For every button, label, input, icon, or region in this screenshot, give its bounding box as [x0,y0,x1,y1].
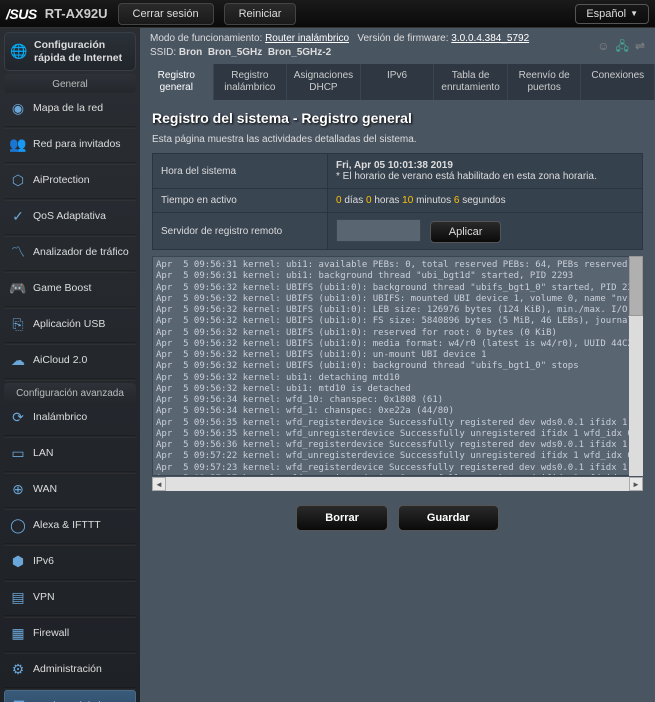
advanced-header: Configuración avanzada [4,383,136,402]
general-header: General [4,74,136,93]
menu-icon: 👥 [9,135,27,153]
save-button[interactable]: Guardar [398,505,499,531]
systime-value: Fri, Apr 05 10:01:38 2019 [336,160,453,171]
main-panel: Modo de funcionamiento: Router inalámbri… [140,28,655,702]
menu-icon: ⬡ [9,171,27,189]
sidebar-item-wan[interactable]: ⊕ WAN [4,474,136,504]
sidebar-item-label: QoS Adaptativa [33,210,106,223]
menu-icon: ▤ [9,588,27,606]
tab-conexiones[interactable]: Conexiones [581,64,655,100]
status-icons: ☺ 🖧 ⇌ [597,32,645,60]
info-table: Hora del sistema Fri, Apr 05 10:01:38 20… [152,153,643,250]
sidebar-item-vpn[interactable]: ▤ VPN [4,582,136,612]
sidebar-item-mapa-de-la-red[interactable]: ◉ Mapa de la red [4,93,136,123]
mode-link[interactable]: Router inalámbrico [265,33,349,44]
top-bar: /SUS RT-AX92U Cerrar sesión Reiniciar Es… [0,0,655,28]
page-desc: Esta página muestra las actividades deta… [152,134,643,145]
dst-note: * El horario de verano está habilitado e… [336,171,597,182]
apply-button[interactable]: Aplicar [430,221,502,243]
log-textarea[interactable]: Apr 5 09:56:31 kernel: ubi1: available P… [152,256,643,476]
sidebar-item-alexa-ifttt[interactable]: ◯ Alexa & IFTTT [4,510,136,540]
sidebar-item-aplicaci-n-usb[interactable]: ⎘ Aplicación USB [4,309,136,339]
sidebar-item-label: LAN [33,447,53,460]
menu-icon: ⬢ [9,552,27,570]
quick-setup-button[interactable]: 🌐 Configuración rápida de Internet [4,32,136,71]
tab-ipv6[interactable]: IPv6 [361,64,435,100]
menu-icon: 🎮 [9,279,27,297]
menu-icon: 〽 [9,243,27,261]
scroll-left-icon[interactable]: ◄ [152,477,166,491]
sidebar-item-label: WAN [33,483,57,496]
sidebar-item-label: Firewall [33,627,69,640]
menu-icon: ⚙ [9,660,27,678]
menu-icon: ⊕ [9,480,27,498]
remote-label: Servidor de registro remoto [153,213,328,250]
sidebar-item-analizador-de-tr-fico[interactable]: 〽 Analizador de tráfico [4,237,136,267]
uptime-label: Tiempo en activo [153,189,328,213]
sidebar-item-label: IPv6 [33,555,54,568]
brand-logo: /SUS [6,6,37,22]
fw-link[interactable]: 3.0.0.4.384_5792 [451,33,529,44]
menu-icon: ⎘ [9,315,27,333]
sidebar-item-label: Administración [33,663,102,676]
sidebar-item-label: Mapa de la red [33,102,103,115]
sidebar-item-aiprotection[interactable]: ⬡ AiProtection [4,165,136,195]
tab-tabla-de-enrutamiento[interactable]: Tabla de enrutamiento [434,64,508,100]
menu-icon: ▭ [9,444,27,462]
tab-registro-general[interactable]: Registro general [140,64,214,100]
model-name: RT-AX92U [45,6,108,21]
menu-icon: ◯ [9,516,27,534]
logout-button[interactable]: Cerrar sesión [118,3,214,25]
status-line: Modo de funcionamiento: Router inalámbri… [150,32,529,60]
tab-reenv-o-de-puertos[interactable]: Reenvío de puertos [508,64,582,100]
page-title: Registro del sistema - Registro general [152,110,643,126]
sidebar-item-qos-adaptativa[interactable]: ✓ QoS Adaptativa [4,201,136,231]
sidebar-item-game-boost[interactable]: 🎮 Game Boost [4,273,136,303]
menu-icon: ☁ [9,351,27,369]
sidebar-item-label: AiProtection [33,174,90,187]
uptime-value: 0 días 0 horas 10 minutos 6 segundos [328,189,643,213]
horizontal-scrollbar[interactable]: ◄ ► [152,477,643,491]
sidebar-item-label: Inalámbrico [33,411,87,424]
menu-icon: ☰ [10,697,28,702]
sidebar-item-red-para-invitados[interactable]: 👥 Red para invitados [4,129,136,159]
reboot-button[interactable]: Reiniciar [224,3,297,25]
subtabs: Registro generalRegistro inalámbricoAsig… [140,64,655,100]
sidebar-item-label: AiCloud 2.0 [33,354,87,367]
systime-label: Hora del sistema [153,154,328,189]
sidebar-item-label: Game Boost [33,282,91,295]
menu-icon: ⟳ [9,408,27,426]
sidebar-item-firewall[interactable]: ▦ Firewall [4,618,136,648]
sidebar-item-inal-mbrico[interactable]: ⟳ Inalámbrico [4,402,136,432]
sidebar-item-label: Analizador de tráfico [33,246,129,259]
clear-button[interactable]: Borrar [296,505,388,531]
sidebar-item-administraci-n[interactable]: ⚙ Administración [4,654,136,684]
remote-log-input[interactable] [336,219,421,242]
sidebar-item-label: VPN [33,591,55,604]
language-select[interactable]: Español [575,4,649,24]
sidebar: 🌐 Configuración rápida de Internet Gener… [0,28,140,702]
scroll-right-icon[interactable]: ► [629,477,643,491]
sidebar-item-label: Alexa & IFTTT [33,519,101,532]
vertical-scrollbar[interactable] [629,256,643,476]
sidebar-item-registro-del-sistema[interactable]: ☰Registro del sistema [4,690,136,702]
sidebar-item-aicloud-2-0[interactable]: ☁ AiCloud 2.0 [4,345,136,375]
sidebar-item-lan[interactable]: ▭ LAN [4,438,136,468]
sidebar-item-label: Aplicación USB [33,318,105,331]
sidebar-item-ipv6[interactable]: ⬢ IPv6 [4,546,136,576]
wifi-icon[interactable]: 🖧 [616,38,629,55]
globe-icon: 🌐 [10,43,28,61]
menu-icon: ✓ [9,207,27,225]
tab-registro-inal-mbrico[interactable]: Registro inalámbrico [214,64,288,100]
client-icon[interactable]: ☺ [597,38,609,55]
menu-icon: ▦ [9,624,27,642]
menu-icon: ◉ [9,99,27,117]
quick-setup-label: Configuración rápida de Internet [34,39,130,64]
usb-icon[interactable]: ⇌ [635,38,645,55]
sidebar-item-label: Red para invitados [33,138,121,151]
tab-asignaciones-dhcp[interactable]: Asignaciones DHCP [287,64,361,100]
